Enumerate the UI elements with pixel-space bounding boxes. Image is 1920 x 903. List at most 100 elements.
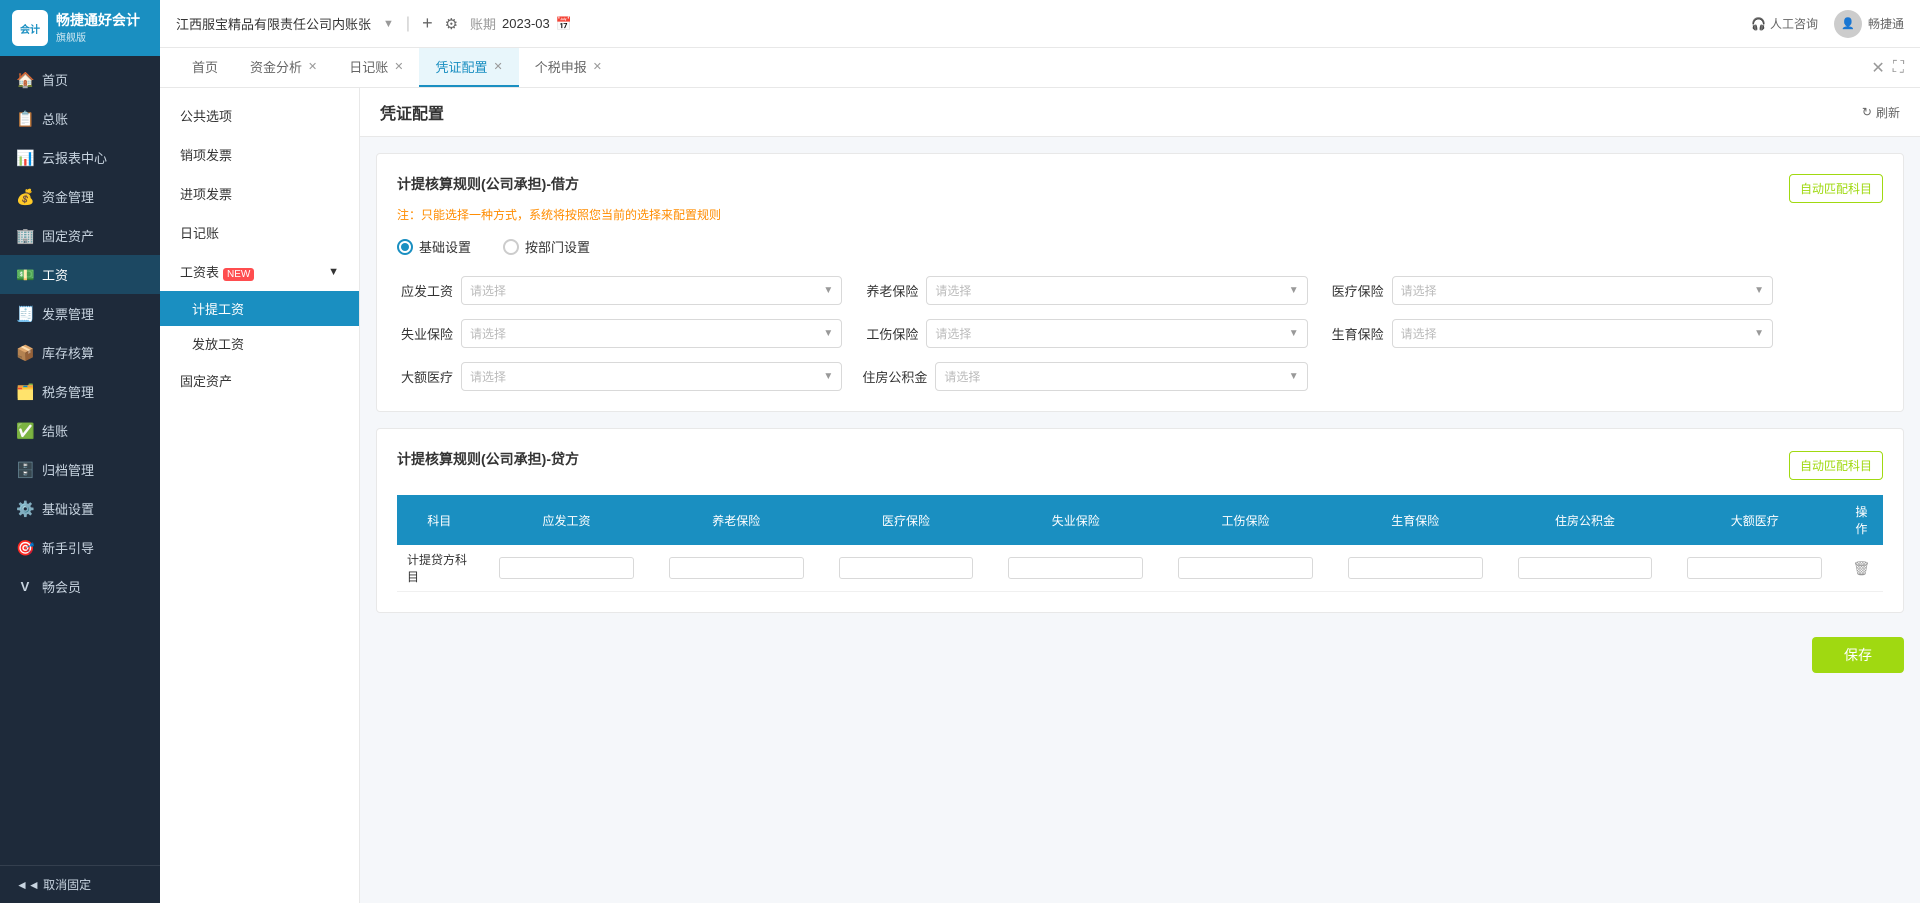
radio-basic[interactable]: 基础设置 [397,237,471,256]
period-value[interactable]: 2023-03 [502,16,550,31]
dropdown-icon: ▼ [1289,371,1299,382]
medical-select[interactable]: 请选择 ▼ [1392,276,1773,305]
cell-pension[interactable] [651,545,821,592]
tab-close-icon[interactable]: ✕ [494,60,503,73]
select-placeholder: 请选择 [1401,325,1437,342]
left-nav-common[interactable]: 公共选项 [160,96,359,135]
close-tab-button[interactable]: ✕ [1871,58,1884,78]
sidebar-item-report[interactable]: 📊 云报表中心 [0,138,160,177]
input-large-medical[interactable] [1687,557,1822,579]
sidebar-item-invoice[interactable]: 🧾 发票管理 [0,294,160,333]
setting-mode-radio-group: 基础设置 按部门设置 [397,237,1773,256]
left-nav-purchase[interactable]: 进项发票 [160,174,359,213]
sidebar-item-archive[interactable]: 🗄️ 归档管理 [0,450,160,489]
col-medical: 医疗保险 [821,495,991,545]
cell-housing[interactable] [1500,545,1670,592]
input-unemployment[interactable] [1008,557,1143,579]
left-nav-wage-table[interactable]: 工资表NEW ▼ [160,252,359,291]
cell-large-medical[interactable] [1670,545,1840,592]
company-dropdown-icon[interactable]: ▼ [383,18,394,30]
sidebar-item-label: 工资 [42,265,68,284]
delete-row-button[interactable]: 🗑 [1852,560,1870,576]
debit-auto-match-button[interactable]: 自动匹配科目 [1789,174,1883,203]
table-header-row: 科目 应发工资 养老保险 医疗保险 失业保险 工伤保险 生育保险 住房公积金 大… [397,495,1883,545]
col-gross: 应发工资 [482,495,652,545]
avatar-icon: 👤 [1841,17,1855,30]
input-housing[interactable] [1518,557,1653,579]
dropdown-icon: ▼ [1289,328,1299,339]
left-nav-issue[interactable]: 发放工资 [160,326,359,361]
housing-select[interactable]: 请选择 ▼ [935,362,1307,391]
left-nav-accrue[interactable]: 计提工资 [160,291,359,326]
pension-select[interactable]: 请选择 ▼ [926,276,1307,305]
tab-close-icon[interactable]: ✕ [394,60,403,73]
unemployment-select[interactable]: 请选择 ▼ [461,319,842,348]
save-button[interactable]: 保存 [1812,637,1904,673]
input-medical[interactable] [839,557,974,579]
tabbar-actions: ✕ ⛶ [1871,48,1904,87]
sidebar-item-asset[interactable]: 🏢 固定资产 [0,216,160,255]
sidebar-item-ledger[interactable]: 📋 总账 [0,99,160,138]
sidebar-item-vip[interactable]: V 畅会员 [0,567,160,606]
sidebar-item-salary[interactable]: 💵 工资 [0,255,160,294]
sidebar-unpin-button[interactable]: ◄◄ 取消固定 [0,865,160,903]
field-label: 养老保险 [862,281,918,300]
birth-select[interactable]: 请选择 ▼ [1392,319,1773,348]
injury-select[interactable]: 请选择 ▼ [926,319,1307,348]
tab-fund[interactable]: 资金分析 ✕ [234,48,333,87]
cell-gross-salary[interactable] [482,545,652,592]
cell-birth[interactable] [1330,545,1500,592]
sidebar-item-close[interactable]: ✅ 结账 [0,411,160,450]
field-gross-salary: 应发工资 请选择 ▼ [397,276,842,305]
tab-close-icon[interactable]: ✕ [308,60,317,73]
sidebar-item-tax[interactable]: 🗂️ 税务管理 [0,372,160,411]
left-nav-fixed-asset[interactable]: 固定资产 [160,361,359,400]
company-name[interactable]: 江西服宝精品有限责任公司内账张 [176,14,371,33]
left-nav-diary[interactable]: 日记账 [160,213,359,252]
service-button[interactable]: 🎧 人工咨询 [1751,15,1818,32]
sidebar-item-home[interactable]: 🏠 首页 [0,60,160,99]
col-housing: 住房公积金 [1500,495,1670,545]
cell-injury[interactable] [1161,545,1331,592]
sidebar-item-inventory[interactable]: 📦 库存核算 [0,333,160,372]
user-menu[interactable]: 👤 畅捷通 [1834,10,1904,38]
guide-icon: 🎯 [16,539,34,557]
select-placeholder: 请选择 [470,282,506,299]
credit-auto-match-button[interactable]: 自动匹配科目 [1789,451,1883,480]
input-pension[interactable] [669,557,804,579]
sidebar-item-settings[interactable]: ⚙️ 基础设置 [0,489,160,528]
large-medical-select[interactable]: 请选择 ▼ [461,362,842,391]
fullscreen-button[interactable]: ⛶ [1893,59,1904,77]
select-placeholder: 请选择 [935,325,971,342]
radio-department[interactable]: 按部门设置 [503,237,590,256]
refresh-button[interactable]: ↻ 刷新 [1862,104,1900,121]
nav-label: 销项发票 [180,145,232,164]
cell-unemployment[interactable] [991,545,1161,592]
sidebar-item-label: 畅会员 [42,577,81,596]
tab-tax[interactable]: 个税申报 ✕ [519,48,618,87]
ledger-icon: 📋 [16,110,34,128]
tab-diary[interactable]: 日记账 ✕ [333,48,419,87]
gross-salary-select[interactable]: 请选择 ▼ [461,276,842,305]
tab-home[interactable]: 首页 [176,48,234,87]
tax-icon: 🗂️ [16,383,34,401]
sidebar-item-fund[interactable]: 💰 资金管理 [0,177,160,216]
input-injury[interactable] [1178,557,1313,579]
period-selector: 账期 2023-03 📅 [470,14,572,33]
content-wrapper: 公共选项 销项发票 进项发票 日记账 工资表NEW ▼ 计提工资 发放工资 [160,88,1920,903]
select-placeholder: 请选择 [470,325,506,342]
left-nav: 公共选项 销项发票 进项发票 日记账 工资表NEW ▼ 计提工资 发放工资 [160,88,360,903]
sidebar-item-guide[interactable]: 🎯 新手引导 [0,528,160,567]
field-unemployment: 失业保险 请选择 ▼ [397,319,842,348]
input-gross-salary[interactable] [499,557,634,579]
tab-close-icon[interactable]: ✕ [593,60,602,73]
left-nav-sales[interactable]: 销项发票 [160,135,359,174]
tab-voucher[interactable]: 凭证配置 ✕ [419,48,518,87]
calendar-icon[interactable]: 📅 [556,16,572,32]
settings-button[interactable]: ⚙ [445,15,458,33]
col-pension: 养老保险 [651,495,821,545]
input-birth[interactable] [1348,557,1483,579]
cell-medical[interactable] [821,545,991,592]
add-account-button[interactable]: + [422,13,433,34]
nav-label: 公共选项 [180,106,232,125]
